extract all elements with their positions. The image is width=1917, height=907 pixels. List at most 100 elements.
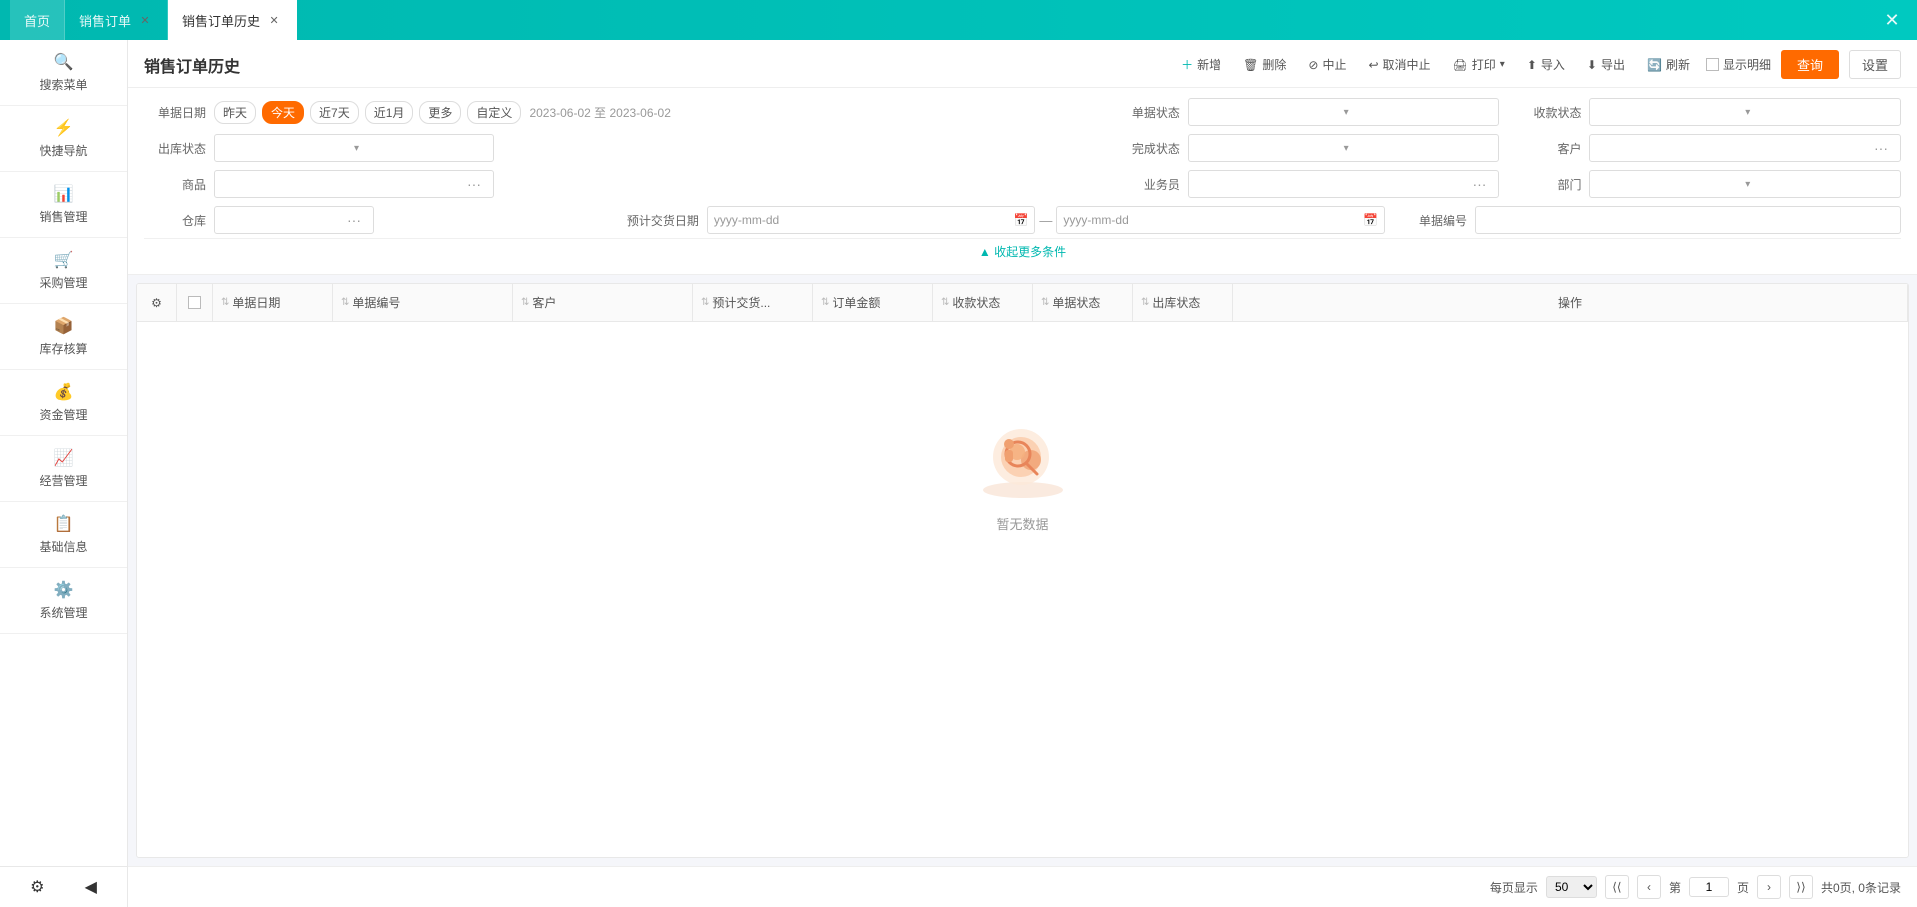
- cancel-stop-button[interactable]: ↩ 取消中止: [1362, 53, 1436, 76]
- table-header: ⚙ ⇅ 单据日期 ⇅ 单据编号 ⇅ 客户 ⇅: [137, 284, 1908, 322]
- salesperson-input[interactable]: ···: [1188, 170, 1500, 198]
- th-stock[interactable]: ⇅ 出库状态: [1133, 284, 1233, 321]
- delivery-date-label: 预计交货日期: [622, 212, 707, 229]
- warehouse-input[interactable]: ···: [214, 206, 374, 234]
- sidebar-item-sys-mgmt[interactable]: ⚙️ 系统管理: [0, 568, 127, 634]
- page-jump-label: 第: [1669, 879, 1681, 896]
- delivery-date-end[interactable]: yyyy-mm-dd 📅: [1056, 206, 1385, 234]
- th-status-label: 单据状态: [1052, 294, 1100, 311]
- sidebar-item-operations[interactable]: 📈 经营管理: [0, 436, 127, 502]
- settings-button[interactable]: 设置: [1849, 50, 1901, 79]
- th-settings[interactable]: ⚙: [137, 284, 177, 321]
- th-payment[interactable]: ⇅ 收款状态: [933, 284, 1033, 321]
- sidebar-item-base-info[interactable]: 📋 基础信息: [0, 502, 127, 568]
- filter-bill-no-col: 单据编号: [1405, 206, 1901, 234]
- sidebar-item-inventory[interactable]: 📦 库存核算: [0, 304, 127, 370]
- sidebar-item-sales-mgmt[interactable]: 📊 销售管理: [0, 172, 127, 238]
- collapse-label: ▲ 收起更多条件: [979, 245, 1066, 259]
- th-date[interactable]: ⇅ 单据日期: [213, 284, 333, 321]
- sidebar-collapse-icon[interactable]: ◀: [85, 877, 97, 897]
- page-input[interactable]: [1689, 877, 1729, 897]
- delete-button[interactable]: 🗑 删除: [1237, 53, 1292, 76]
- query-button[interactable]: 查询: [1781, 50, 1839, 79]
- sidebar-item-inventory-label: 库存核算: [39, 340, 87, 357]
- customer-input-field[interactable]: [1598, 141, 1870, 155]
- show-detail-checkbox[interactable]: [1706, 58, 1719, 71]
- customer-input[interactable]: ···: [1589, 134, 1901, 162]
- print-button[interactable]: 🖨 打印 ▾: [1447, 53, 1511, 76]
- export-button[interactable]: ⬇ 导出: [1581, 53, 1631, 76]
- sales-mgmt-icon: 📊: [54, 184, 74, 204]
- import-button[interactable]: ⬆ 导入: [1521, 53, 1571, 76]
- sidebar-bottom: ⚙ ◀: [0, 866, 127, 907]
- sidebar-item-finance[interactable]: 💰 资金管理: [0, 370, 127, 436]
- date-tag-group: 昨天 今天 近7天 近1月 更多 自定义: [214, 101, 521, 124]
- warehouse-input-field[interactable]: [223, 213, 343, 227]
- date-btn-today[interactable]: 今天: [262, 101, 304, 124]
- sidebar-settings-icon[interactable]: ⚙: [30, 877, 44, 897]
- customer-ellipsis-icon[interactable]: ···: [1870, 140, 1892, 156]
- page-last-button[interactable]: ⟩⟩: [1789, 875, 1813, 899]
- th-check[interactable]: [177, 284, 213, 321]
- delivery-date-start[interactable]: yyyy-mm-dd 📅: [707, 206, 1036, 234]
- th-delivery[interactable]: ⇅ 预计交货...: [693, 284, 813, 321]
- page-prev-button[interactable]: ‹: [1637, 875, 1661, 899]
- search-menu-icon: 🔍: [54, 52, 74, 72]
- stock-out-select[interactable]: ▾: [214, 134, 494, 162]
- page-first-button[interactable]: ⟨⟨: [1605, 875, 1629, 899]
- stop-icon: ⊘: [1308, 58, 1318, 72]
- date-btn-custom[interactable]: 自定义: [467, 101, 521, 124]
- header-checkbox[interactable]: [188, 296, 201, 309]
- stop-button[interactable]: ⊘ 中止: [1302, 53, 1352, 76]
- tab-sales-order-history-close[interactable]: ✕: [266, 12, 282, 28]
- th-customer-label: 客户: [532, 294, 556, 311]
- warehouse-ellipsis-icon[interactable]: ···: [343, 212, 365, 228]
- delivery-date-end-cal-icon: 📅: [1363, 213, 1378, 227]
- bill-status-select[interactable]: ▾: [1188, 98, 1500, 126]
- date-btn-yesterday[interactable]: 昨天: [214, 101, 256, 124]
- salesperson-ellipsis-icon[interactable]: ···: [1468, 176, 1490, 192]
- receipt-status-select[interactable]: ▾: [1589, 98, 1901, 126]
- sidebar-item-quick-nav[interactable]: ⚡ 快捷导航: [0, 106, 127, 172]
- print-icon: 🖨: [1453, 58, 1468, 72]
- receipt-status-label: 收款状态: [1519, 104, 1589, 121]
- bill-no-input-field[interactable]: [1484, 213, 1892, 227]
- date-btn-last7[interactable]: 近7天: [310, 101, 359, 124]
- th-action-label: 操作: [1558, 294, 1582, 311]
- date-btn-last1m[interactable]: 近1月: [365, 101, 414, 124]
- delivery-date-start-cal-icon: 📅: [1013, 213, 1028, 227]
- content-area: 销售订单历史 ＋ 新增 🗑 删除 ⊘ 中止 ↩ 取消中止: [128, 40, 1917, 907]
- tab-sales-order[interactable]: 销售订单 ✕: [65, 0, 168, 40]
- import-icon: ⬆: [1527, 58, 1537, 72]
- th-customer-sort-icon: ⇅: [521, 297, 529, 308]
- sidebar-item-search-menu[interactable]: 🔍 搜索菜单: [0, 40, 127, 106]
- dept-select[interactable]: ▾: [1589, 170, 1901, 198]
- dept-arrow-icon: ▾: [1745, 179, 1892, 190]
- per-page-select[interactable]: 50 10 20 100: [1546, 876, 1597, 898]
- salesperson-input-field[interactable]: [1197, 177, 1469, 191]
- th-no[interactable]: ⇅ 单据编号: [333, 284, 513, 321]
- tab-home[interactable]: 首页: [10, 0, 65, 40]
- sidebar-item-purchase-mgmt[interactable]: 🛒 采购管理: [0, 238, 127, 304]
- refresh-button[interactable]: 🔄 刷新: [1641, 53, 1696, 76]
- goods-ellipsis-icon[interactable]: ···: [463, 176, 485, 192]
- th-amount[interactable]: ⇅ 订单金额: [813, 284, 933, 321]
- date-btn-more[interactable]: 更多: [419, 101, 461, 124]
- filter-salesperson-col: 业务员 ···: [1118, 170, 1500, 198]
- tab-sales-order-close[interactable]: ✕: [137, 12, 153, 28]
- th-payment-label: 收款状态: [952, 294, 1000, 311]
- window-close-button[interactable]: ✕: [1877, 5, 1907, 35]
- completion-select[interactable]: ▾: [1188, 134, 1500, 162]
- bill-no-input[interactable]: [1475, 206, 1901, 234]
- sidebar: 🔍 搜索菜单 ⚡ 快捷导航 📊 销售管理 🛒 采购管理 📦 库存核算 💰 资金管…: [0, 40, 128, 907]
- th-customer[interactable]: ⇅ 客户: [513, 284, 693, 321]
- settings-icon: ⚙: [151, 296, 162, 310]
- page-next-button[interactable]: ›: [1757, 875, 1781, 899]
- goods-input-field[interactable]: [223, 177, 463, 191]
- goods-input[interactable]: ···: [214, 170, 494, 198]
- add-button[interactable]: ＋ 新增: [1175, 53, 1227, 76]
- th-status[interactable]: ⇅ 单据状态: [1033, 284, 1133, 321]
- refresh-icon: 🔄: [1647, 58, 1662, 72]
- collapse-bar[interactable]: ▲ 收起更多条件: [144, 238, 1901, 264]
- tab-sales-order-history[interactable]: 销售订单历史 ✕: [168, 0, 297, 40]
